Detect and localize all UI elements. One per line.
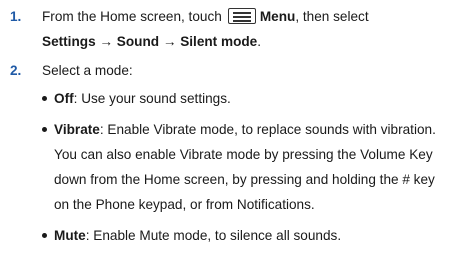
mode-description: : Use your sound settings. [73, 91, 231, 106]
mode-term: Mute [54, 228, 86, 243]
step-1-lead-text: From the Home screen, touch [42, 9, 222, 24]
mode-description: : Enable Mute mode, to silence all sound… [85, 228, 342, 243]
mode-description: : Enable Vibrate mode, to replace sounds… [99, 122, 436, 137]
step-2-text: Select a mode: [42, 63, 133, 78]
mode-description-line: You can also enable Vibrate mode by pres… [54, 147, 433, 162]
step-1-line-1: From the Home screen, touch Menu, then se… [42, 4, 466, 29]
mode-term: Vibrate [54, 122, 100, 137]
mode-list: Off: Use your sound settings. Vibrate: E… [42, 86, 468, 248]
list-item-vibrate: Vibrate: Enable Vibrate mode, to replace… [42, 117, 468, 217]
step-1-end: . [257, 34, 262, 49]
settings-path: Settings → Sound → Silent mode [42, 34, 258, 49]
step-1-after-text: , then select [295, 9, 369, 24]
menu-icon [227, 8, 256, 24]
menu-label: Menu [259, 9, 296, 24]
step-number: 2. [10, 63, 22, 78]
step-1-text: From the Home screen, touch Menu, then se… [42, 4, 466, 54]
list-item-off: Off: Use your sound settings. [42, 86, 468, 111]
mode-description-line: on the Phone keypad, or from Notificatio… [54, 197, 315, 212]
step-1-line-2: Settings → Sound → Silent mode. [42, 29, 466, 54]
list-item-mute: Mute: Enable Mute mode, to silence all s… [42, 223, 468, 248]
mode-description-line: down from the Home screen, by pressing a… [54, 172, 435, 187]
mode-term: Off [54, 91, 74, 106]
instruction-document: 1. From the Home screen, touch Menu, then… [0, 0, 472, 268]
step-number: 1. [10, 9, 22, 24]
